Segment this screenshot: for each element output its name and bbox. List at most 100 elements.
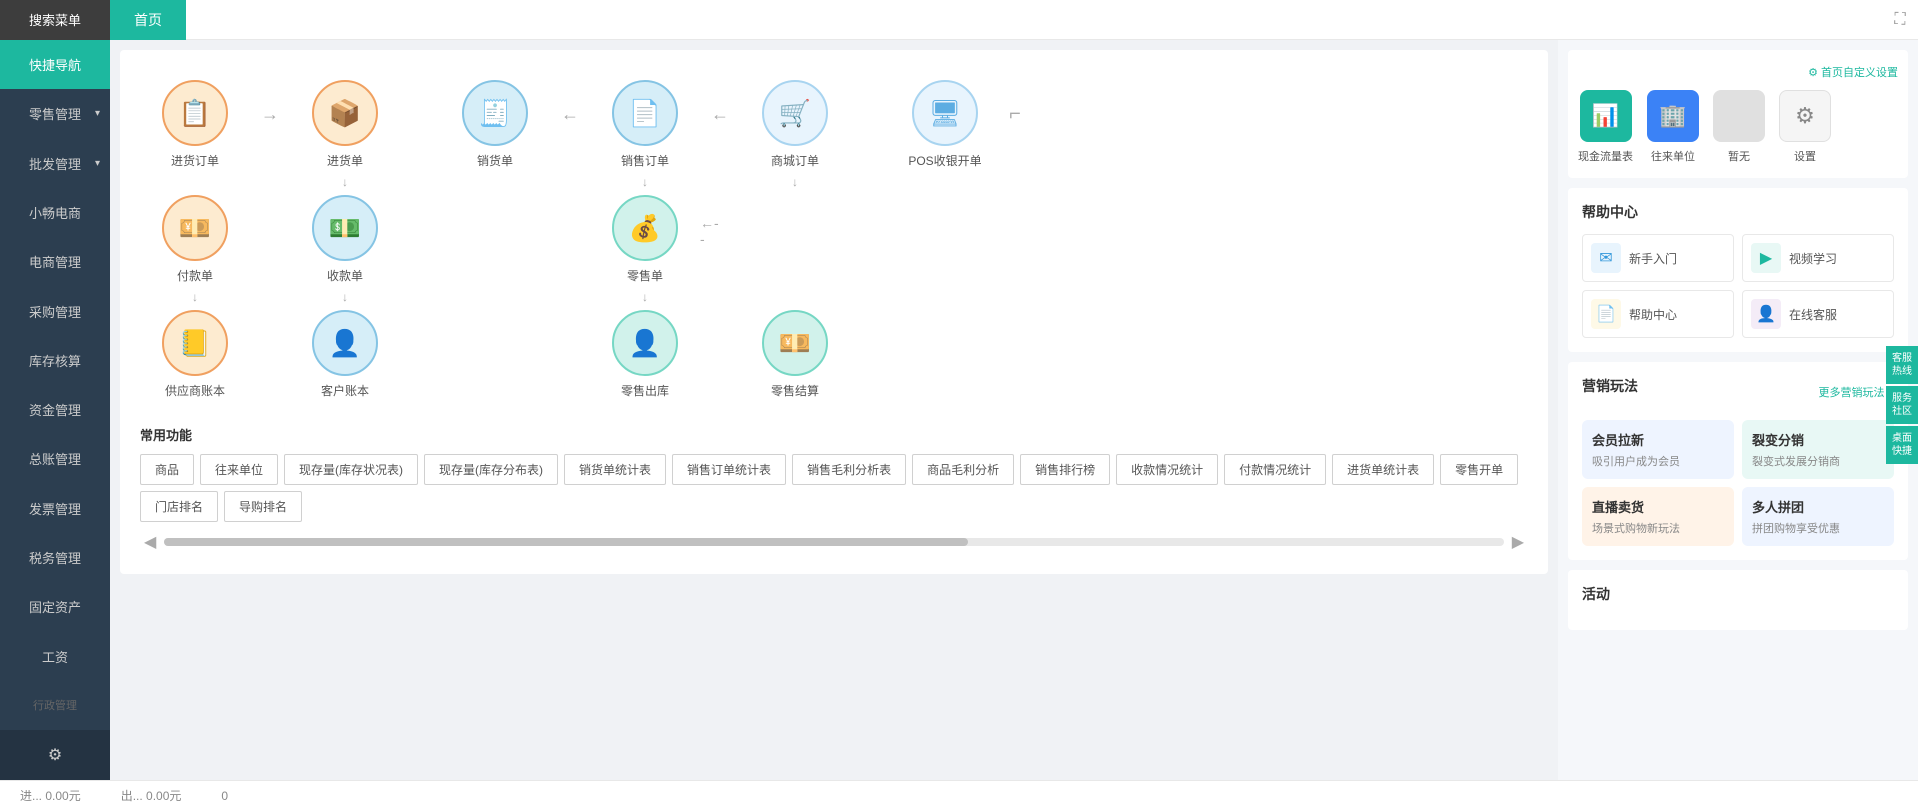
marketing-item-live[interactable]: 直播卖货 场景式购物新玩法	[1582, 487, 1734, 546]
func-btn-payment-stats[interactable]: 付款情况统计	[1224, 454, 1326, 485]
scroll-right-arrow[interactable]: ▶	[1508, 530, 1528, 554]
video-label: 视频学习	[1789, 250, 1837, 267]
flow-node-sales-order[interactable]: 📄 销售订单	[590, 80, 700, 169]
v-arrow-payment: ↓	[192, 288, 198, 306]
func-btn-goods[interactable]: 商品	[140, 454, 194, 485]
help-item-beginner[interactable]: ✉ 新手入门	[1582, 234, 1734, 282]
fullscreen-button[interactable]: ⛶	[1890, 10, 1910, 30]
func-btn-gross-profit[interactable]: 销售毛利分析表	[792, 454, 906, 485]
scrollbar: ◀ ▶	[140, 530, 1528, 554]
flow-node-payment[interactable]: 💴 付款单	[140, 195, 250, 284]
func-btn-sales-stats[interactable]: 销货单统计表	[564, 454, 666, 485]
marketing-section: 营销玩法 更多营销玩法 > 会员拉新 吸引用户成为会员 裂变分销 裂变式发展分销…	[1568, 362, 1908, 560]
bottom-stat-3: 0	[221, 789, 228, 803]
beginner-icon: ✉	[1591, 243, 1621, 273]
sidebar-item-ledger[interactable]: 总账管理	[0, 434, 110, 483]
qa-item-cashflow[interactable]: 📊 现金流量表	[1578, 90, 1633, 164]
sidebar-item-salary[interactable]: 工资	[0, 631, 110, 680]
flow-node-purchase-order[interactable]: 📋 进货订单	[140, 80, 250, 169]
customer-ledger-label: 客户账本	[321, 382, 369, 399]
help-item-video[interactable]: ▶ 视频学习	[1742, 234, 1894, 282]
help-grid: ✉ 新手入门 ▶ 视频学习 📄 帮助中心 👤 在线客服	[1582, 234, 1894, 338]
quick-access-header: ⚙ 首页自定义设置	[1578, 64, 1898, 80]
customer-ledger-icon: 👤	[312, 310, 378, 376]
arrow-left-icon2: ←	[700, 104, 740, 125]
flow-node-sales[interactable]: 🧾 销货单	[440, 80, 550, 169]
customize-button[interactable]: ⚙ 首页自定义设置	[1808, 64, 1898, 80]
func-btn-purchase-stats[interactable]: 进货单统计表	[1332, 454, 1434, 485]
sidebar-item-inventory[interactable]: 库存核算	[0, 336, 110, 385]
flow-node-retail-order[interactable]: 💰 零售单	[590, 195, 700, 284]
cashflow-icon: 📊	[1580, 90, 1632, 142]
sidebar-item-retail[interactable]: 零售管理 ▾	[0, 89, 110, 138]
main-panel: 📋 进货订单 → 📦 进货单 🧾 销货单	[110, 40, 1558, 780]
float-btn-desktop[interactable]: 桌面快捷	[1886, 426, 1918, 464]
func-btn-goods-profit[interactable]: 商品毛利分析	[912, 454, 1014, 485]
flow-node-retail-settle[interactable]: 💴 零售结算	[740, 310, 850, 399]
flow-node-pos[interactable]: 🖥 POS收银开单	[890, 80, 1000, 169]
v-arrow-mall: ↓	[642, 173, 648, 191]
scroll-track[interactable]	[164, 538, 1503, 546]
retail-order-icon: 💰	[612, 195, 678, 261]
group-desc: 拼团购物享受优惠	[1752, 520, 1884, 536]
func-btn-stock-status[interactable]: 现存量(库存状况表)	[284, 454, 418, 485]
func-btn-retail-order[interactable]: 零售开单	[1440, 454, 1518, 485]
flow-node-retail-out[interactable]: 👤 零售出库	[590, 310, 700, 399]
func-btn-stock-dist[interactable]: 现存量(库存分布表)	[424, 454, 558, 485]
sales-order-label: 销售订单	[621, 152, 669, 169]
flow-node-customer-ledger[interactable]: 👤 客户账本	[290, 310, 400, 399]
fission-title: 裂变分销	[1752, 430, 1884, 449]
marketing-item-fission[interactable]: 裂变分销 裂变式发展分销商	[1742, 420, 1894, 479]
func-btn-order-stats[interactable]: 销售订单统计表	[672, 454, 786, 485]
flow-node-purchase[interactable]: 📦 进货单	[290, 80, 400, 169]
sidebar-item-ecommerce-small[interactable]: 小畅电商	[0, 188, 110, 237]
qa-item-contacts[interactable]: 🏢 往来单位	[1647, 90, 1699, 164]
sidebar-item-purchase[interactable]: 采购管理	[0, 286, 110, 335]
func-btn-sales-rank[interactable]: 销售排行榜	[1020, 454, 1110, 485]
supplier-ledger-icon: 📒	[162, 310, 228, 376]
help-item-support[interactable]: 👤 在线客服	[1742, 290, 1894, 338]
float-btn-hotline[interactable]: 客服热线	[1886, 346, 1918, 384]
func-btn-receipt-stats[interactable]: 收款情况统计	[1116, 454, 1218, 485]
scroll-left-arrow[interactable]: ◀	[140, 530, 160, 554]
sidebar-item-ecommerce[interactable]: 电商管理	[0, 237, 110, 286]
qa-item-none[interactable]: 暂无	[1713, 90, 1765, 164]
member-desc: 吸引用户成为会员	[1592, 453, 1724, 469]
sidebar-item-assets[interactable]: 固定资产	[0, 582, 110, 631]
search-menu-button[interactable]: 搜索菜单	[0, 0, 110, 40]
sidebar: 快捷导航 零售管理 ▾ 批发管理 ▾ 小畅电商 电商管理 采购管理 库存核算 资…	[0, 40, 110, 780]
v-arrow-receipt: ↓	[342, 288, 348, 306]
retail-settle-label: 零售结算	[771, 382, 819, 399]
receipt-label: 收款单	[327, 267, 363, 284]
func-btn-guide-rank[interactable]: 导购排名	[224, 491, 302, 522]
flow-node-mall-order[interactable]: 🛒 商城订单	[740, 80, 850, 169]
flow-node-receipt[interactable]: 💵 收款单	[290, 195, 400, 284]
sidebar-item-quicknav[interactable]: 快捷导航	[0, 40, 110, 89]
float-btn-community[interactable]: 服务社区	[1886, 386, 1918, 424]
help-item-help[interactable]: 📄 帮助中心	[1582, 290, 1734, 338]
qa-item-settings[interactable]: ⚙ 设置	[1779, 90, 1831, 164]
purchase-label: 进货单	[327, 152, 363, 169]
sidebar-item-wholesale[interactable]: 批发管理 ▾	[0, 139, 110, 188]
none-label: 暂无	[1728, 148, 1750, 164]
flow-node-supplier-ledger[interactable]: 📒 供应商账本	[140, 310, 250, 399]
tab-home[interactable]: 首页	[110, 0, 186, 40]
mall-order-icon: 🛒	[762, 80, 828, 146]
sales-order-icon: 📄	[612, 80, 678, 146]
func-btn-store-rank[interactable]: 门店排名	[140, 491, 218, 522]
activity-section: 活动	[1568, 570, 1908, 630]
marketing-item-member[interactable]: 会员拉新 吸引用户成为会员	[1582, 420, 1734, 479]
pos-icon: 🖥	[912, 80, 978, 146]
func-btn-contacts[interactable]: 往来单位	[200, 454, 278, 485]
quick-access-icons: 📊 现金流量表 🏢 往来单位 暂无 ⚙ 设置	[1578, 90, 1898, 164]
sidebar-gear-button[interactable]: ⚙	[0, 730, 110, 780]
receipt-icon: 💵	[312, 195, 378, 261]
sidebar-item-invoice[interactable]: 发票管理	[0, 484, 110, 533]
sidebar-item-tax[interactable]: 税务管理	[0, 533, 110, 582]
more-marketing-link[interactable]: 更多营销玩法 >	[1819, 384, 1894, 400]
sidebar-item-finance[interactable]: 资金管理	[0, 385, 110, 434]
marketing-item-group[interactable]: 多人拼团 拼团购物享受优惠	[1742, 487, 1894, 546]
common-func-title: 常用功能	[140, 425, 1528, 444]
scroll-thumb	[164, 538, 968, 546]
sidebar-item-admin[interactable]: 行政管理	[0, 681, 110, 730]
